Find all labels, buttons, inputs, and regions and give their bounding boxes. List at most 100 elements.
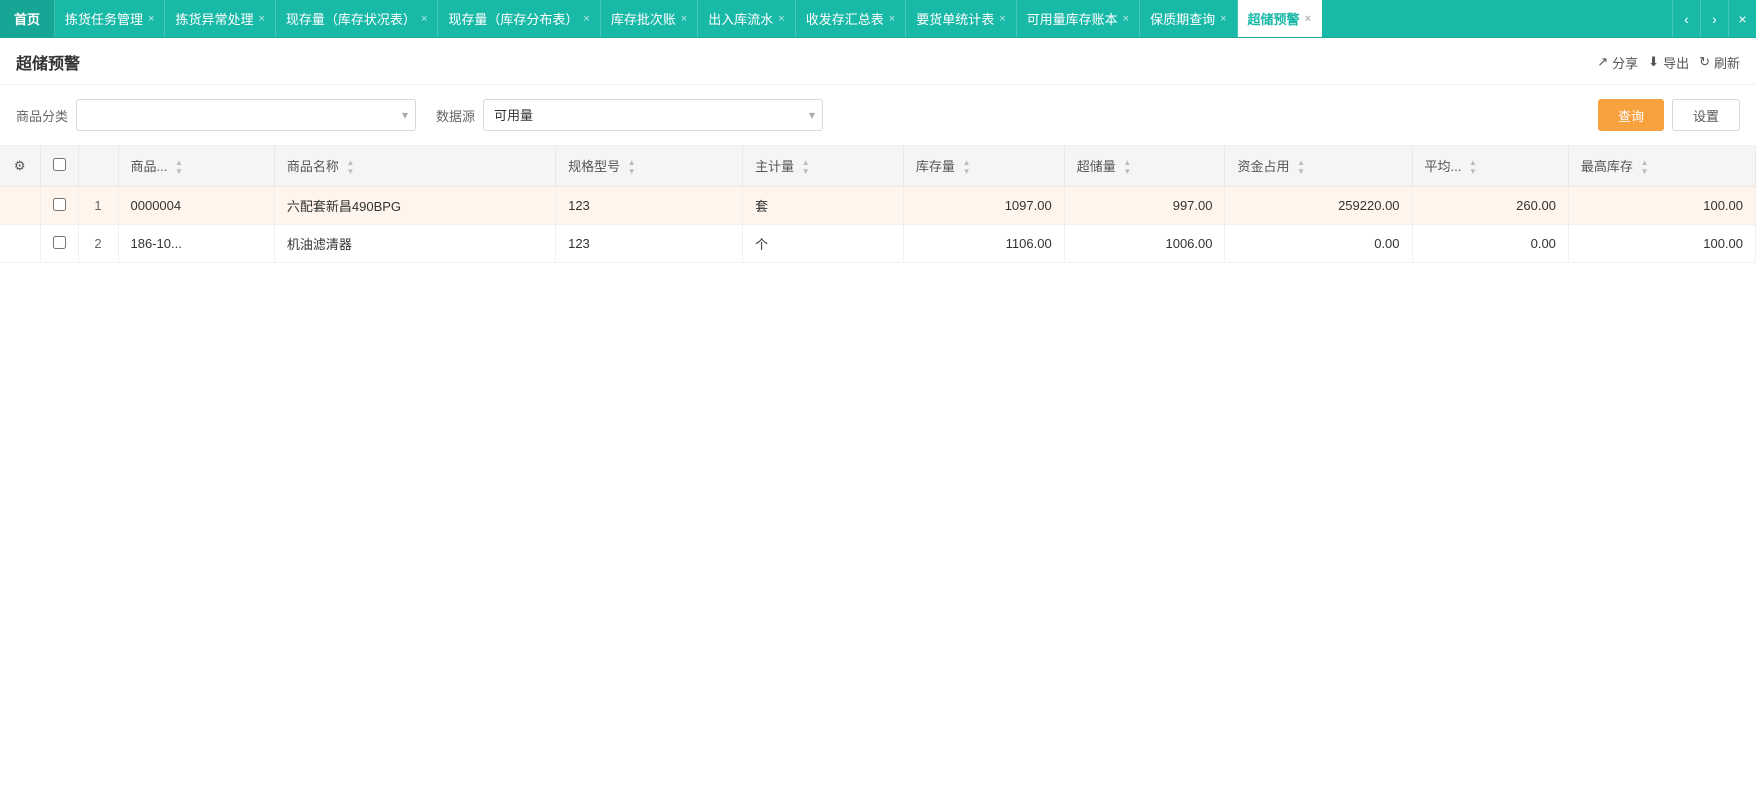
- select-all-checkbox[interactable]: [53, 158, 66, 171]
- category-select[interactable]: [76, 99, 416, 131]
- nav-home[interactable]: 首页: [0, 0, 55, 37]
- row-overstock-1: 1006.00: [1064, 225, 1225, 263]
- row-capital-0: 259220.00: [1225, 187, 1412, 225]
- table-header-row: ⚙ 商品... ▲ ▼ 商品名称: [0, 146, 1756, 187]
- tab-close-7[interactable]: ×: [999, 13, 1005, 25]
- row-max-stock-0: 100.00: [1568, 187, 1755, 225]
- nav-prev-button[interactable]: ‹: [1672, 0, 1700, 38]
- table-row[interactable]: 2 186-10... 机油滤清器 123 个 1106.00 1006.00 …: [0, 225, 1756, 263]
- sort-max-stock: ▲ ▼: [1641, 159, 1649, 176]
- nav-tab-7[interactable]: 要货单统计表 ×: [906, 0, 1016, 37]
- sort-stock: ▲ ▼: [963, 159, 971, 176]
- tab-close-5[interactable]: ×: [778, 13, 784, 25]
- datasource-label: 数据源: [436, 106, 475, 125]
- nav-tab-5[interactable]: 出入库流水 ×: [698, 0, 795, 37]
- row-avg-0: 260.00: [1412, 187, 1568, 225]
- settings-button[interactable]: 设置: [1672, 99, 1740, 131]
- row-checkbox-1[interactable]: [53, 236, 66, 249]
- tab-close-0[interactable]: ×: [148, 13, 154, 25]
- th-checkbox: [40, 146, 78, 187]
- th-stock[interactable]: 库存量 ▲ ▼: [903, 146, 1064, 187]
- row-unit-0: 套: [743, 187, 904, 225]
- nav-next-button[interactable]: ›: [1700, 0, 1728, 38]
- page-header: 超储预警 ↗ 分享 ⬇ 导出 ↻ 刷新: [0, 38, 1756, 85]
- row-checkbox-0[interactable]: [53, 198, 66, 211]
- tab-close-10[interactable]: ×: [1305, 13, 1311, 25]
- row-gear-cell: [0, 187, 40, 225]
- nav-bar: 首页 拣货任务管理 × 拣货异常处理 × 现存量（库存状况表） × 现存量（库存…: [0, 0, 1756, 38]
- row-checkbox-cell[interactable]: [40, 187, 78, 225]
- nav-tab-2[interactable]: 现存量（库存状况表） ×: [276, 0, 438, 37]
- nav-tab-9[interactable]: 保质期查询 ×: [1140, 0, 1237, 37]
- tab-close-4[interactable]: ×: [681, 13, 687, 25]
- tab-close-3[interactable]: ×: [583, 13, 589, 25]
- category-filter: 商品分类: [16, 99, 416, 131]
- sort-product-code: ▲ ▼: [175, 159, 183, 176]
- refresh-button[interactable]: ↻ 刷新: [1699, 53, 1740, 72]
- row-product-name-1: 机油滤清器: [274, 225, 555, 263]
- row-stock-0: 1097.00: [903, 187, 1064, 225]
- tab-close-2[interactable]: ×: [421, 13, 427, 25]
- filter-row: 商品分类 数据源 可用量 库存量 查询 设置: [0, 85, 1756, 146]
- export-button[interactable]: ⬇ 导出: [1648, 53, 1689, 72]
- tab-close-9[interactable]: ×: [1220, 13, 1226, 25]
- th-overstock[interactable]: 超储量 ▲ ▼: [1064, 146, 1225, 187]
- header-actions: ↗ 分享 ⬇ 导出 ↻ 刷新: [1597, 53, 1740, 72]
- tab-close-6[interactable]: ×: [889, 13, 895, 25]
- row-index-0: 1: [78, 187, 118, 225]
- query-button[interactable]: 查询: [1598, 99, 1664, 131]
- nav-tab-10[interactable]: 超储预警 ×: [1238, 0, 1322, 37]
- tab-close-1[interactable]: ×: [258, 13, 264, 25]
- sort-spec: ▲ ▼: [628, 159, 636, 176]
- filter-actions: 查询 设置: [1598, 99, 1740, 131]
- sort-overstock: ▲ ▼: [1123, 159, 1131, 176]
- th-capital[interactable]: 资金占用 ▲ ▼: [1225, 146, 1412, 187]
- row-gear-cell: [0, 225, 40, 263]
- row-checkbox-cell[interactable]: [40, 225, 78, 263]
- nav-arrows: ‹ › ×: [1672, 0, 1756, 38]
- row-overstock-0: 997.00: [1064, 187, 1225, 225]
- th-max-stock[interactable]: 最高库存 ▲ ▼: [1568, 146, 1755, 187]
- nav-tab-3[interactable]: 现存量（库存分布表） ×: [438, 0, 600, 37]
- table-body: 1 0000004 六配套新昌490BPG 123 套 1097.00 997.…: [0, 187, 1756, 263]
- datasource-select[interactable]: 可用量 库存量: [483, 99, 823, 131]
- category-label: 商品分类: [16, 106, 68, 125]
- th-product-name[interactable]: 商品名称 ▲ ▼: [274, 146, 555, 187]
- row-spec-0: 123: [556, 187, 743, 225]
- nav-tab-1[interactable]: 拣货异常处理 ×: [165, 0, 275, 37]
- row-avg-1: 0.00: [1412, 225, 1568, 263]
- sort-product-name: ▲ ▼: [347, 159, 355, 176]
- row-stock-1: 1106.00: [903, 225, 1064, 263]
- row-product-code-1: 186-10...: [118, 225, 274, 263]
- sort-capital: ▲ ▼: [1297, 159, 1305, 176]
- table-wrap: ⚙ 商品... ▲ ▼ 商品名称: [0, 146, 1756, 263]
- tab-close-8[interactable]: ×: [1123, 13, 1129, 25]
- row-product-code-0: 0000004: [118, 187, 274, 225]
- sort-avg: ▲ ▼: [1469, 159, 1477, 176]
- nav-close-button[interactable]: ×: [1728, 0, 1756, 38]
- row-spec-1: 123: [556, 225, 743, 263]
- page-content: 超储预警 ↗ 分享 ⬇ 导出 ↻ 刷新 商品分类: [0, 38, 1756, 800]
- share-button[interactable]: ↗ 分享: [1597, 53, 1638, 72]
- th-spec[interactable]: 规格型号 ▲ ▼: [556, 146, 743, 187]
- table-row[interactable]: 1 0000004 六配套新昌490BPG 123 套 1097.00 997.…: [0, 187, 1756, 225]
- row-max-stock-1: 100.00: [1568, 225, 1755, 263]
- main-table: ⚙ 商品... ▲ ▼ 商品名称: [0, 146, 1756, 263]
- row-index-1: 2: [78, 225, 118, 263]
- row-product-name-0: 六配套新昌490BPG: [274, 187, 555, 225]
- nav-tab-0[interactable]: 拣货任务管理 ×: [55, 0, 165, 37]
- datasource-filter: 数据源 可用量 库存量: [436, 99, 823, 131]
- row-capital-1: 0.00: [1225, 225, 1412, 263]
- page-title: 超储预警: [16, 50, 80, 74]
- datasource-select-wrap: 可用量 库存量: [483, 99, 823, 131]
- th-avg[interactable]: 平均... ▲ ▼: [1412, 146, 1568, 187]
- nav-tab-8[interactable]: 可用量库存账本 ×: [1017, 0, 1140, 37]
- export-icon: ⬇: [1648, 54, 1659, 70]
- th-unit[interactable]: 主计量 ▲ ▼: [743, 146, 904, 187]
- nav-tab-6[interactable]: 收发存汇总表 ×: [796, 0, 906, 37]
- th-product-code[interactable]: 商品... ▲ ▼: [118, 146, 274, 187]
- refresh-icon: ↻: [1699, 54, 1710, 70]
- nav-tab-4[interactable]: 库存批次账 ×: [601, 0, 698, 37]
- th-gear[interactable]: ⚙: [0, 146, 40, 187]
- share-icon: ↗: [1597, 54, 1608, 70]
